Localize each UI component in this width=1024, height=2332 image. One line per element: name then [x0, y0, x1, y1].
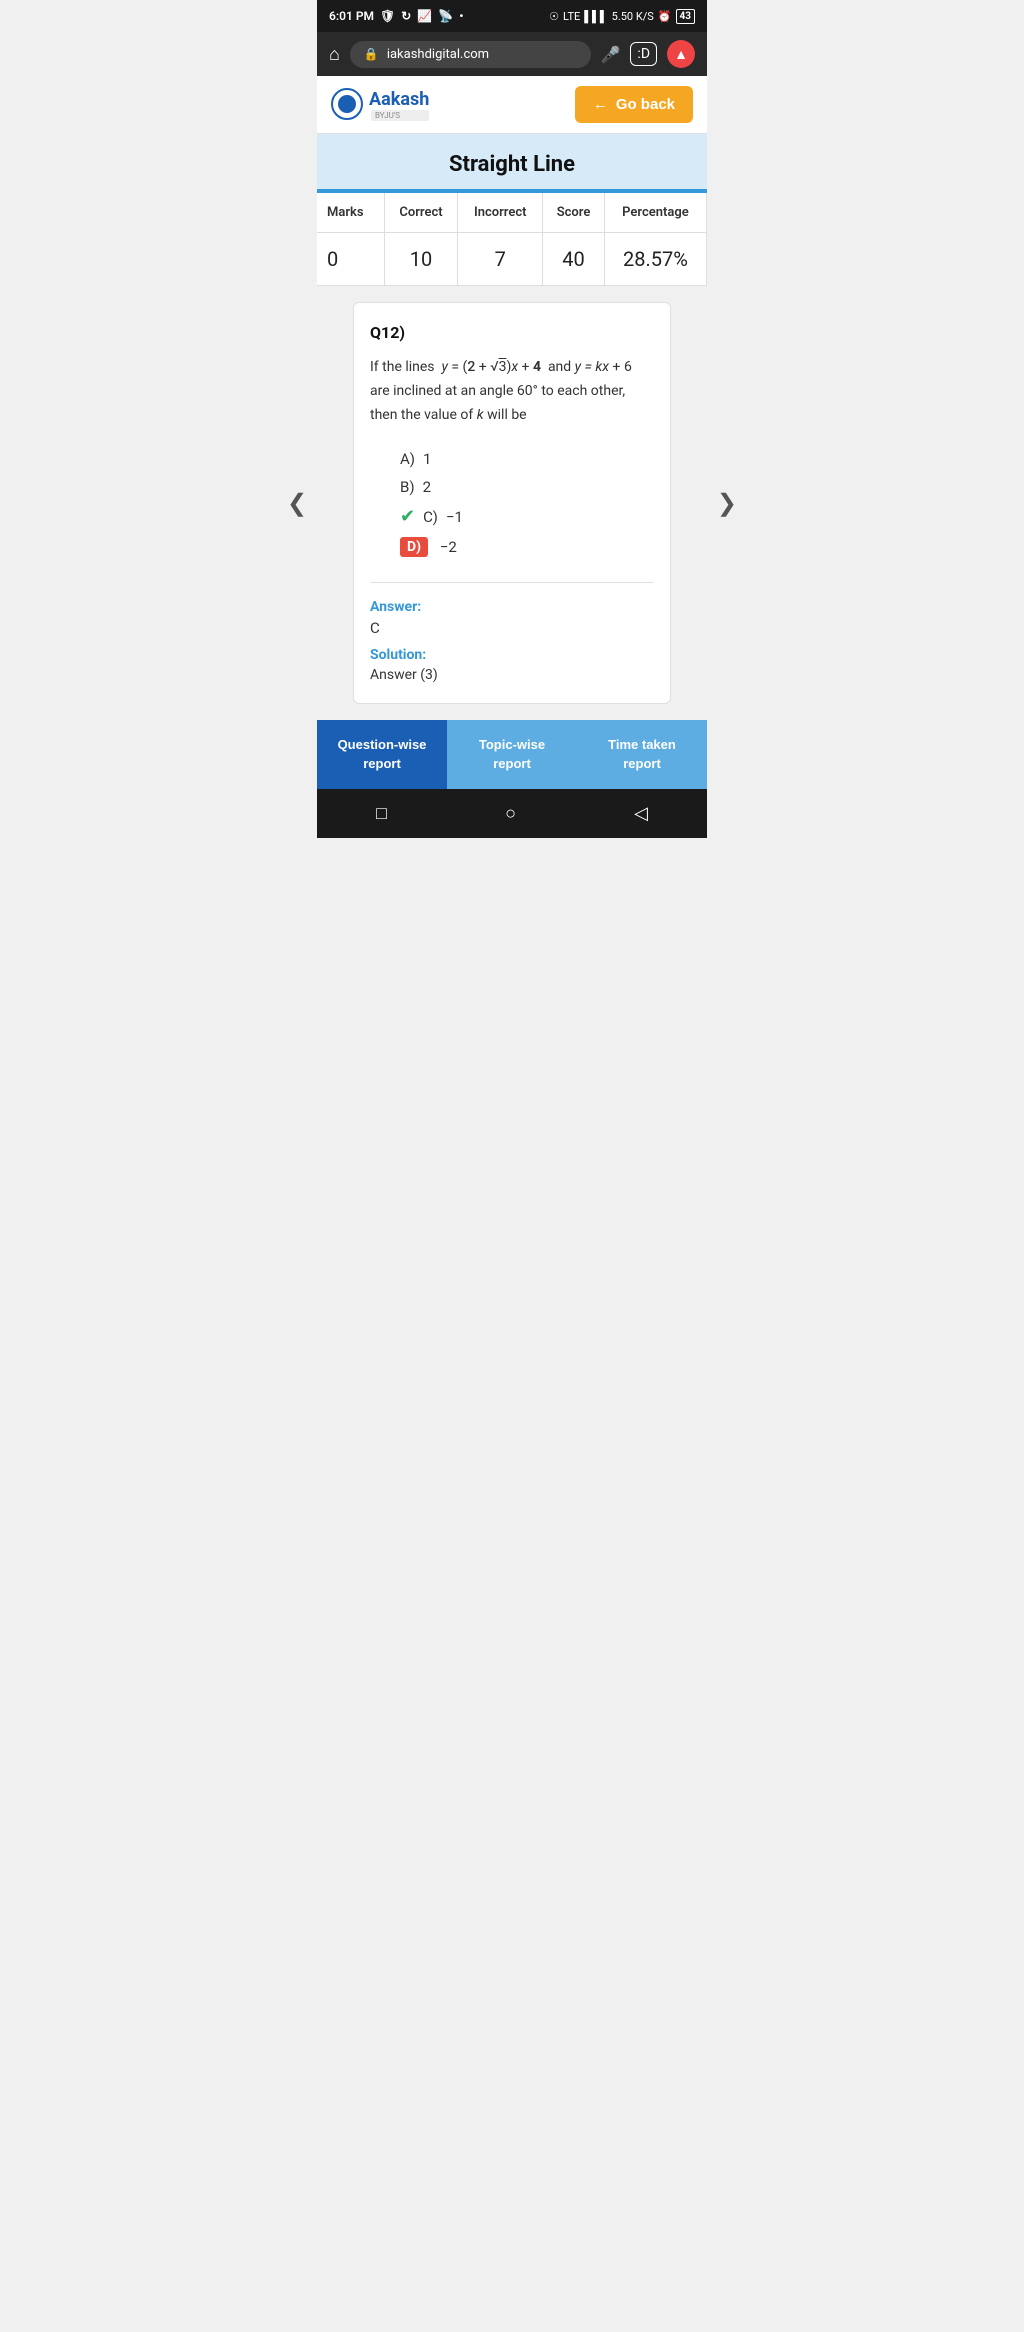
- logo-byju: BYJU'S: [371, 110, 429, 121]
- answer-value: C: [370, 619, 654, 637]
- status-cast: 📡: [438, 9, 453, 23]
- lock-icon: 🔒: [364, 47, 379, 61]
- question-card: Q12) If the lines y = (2 + √3)x + 4 and …: [353, 302, 671, 704]
- question-card-wrapper: ❮ Q12) If the lines y = (2 + √3)x + 4 an…: [317, 302, 707, 704]
- options-list: A) 1 B) 2 ✔ C) −1 D) −2: [400, 445, 654, 562]
- android-nav-bar: □ ○ ◁: [317, 789, 707, 838]
- back-arrow-icon: ←: [593, 96, 608, 113]
- score-row: 0 10 7 40 28.57%: [317, 233, 707, 286]
- option-b[interactable]: B) 2: [400, 473, 654, 501]
- question-number: Q12): [370, 323, 654, 342]
- android-home-button[interactable]: ○: [485, 799, 536, 828]
- status-bars: ▌▌▌: [584, 10, 607, 23]
- option-b-label: B): [400, 478, 415, 496]
- correct-checkmark-icon: ✔: [400, 506, 415, 527]
- option-a-value: 1: [423, 450, 431, 468]
- status-time: 6:01 PM: [329, 9, 374, 23]
- tab-topic-wise[interactable]: Topic-wisereport: [447, 720, 577, 788]
- logo-area: Aakash BYJU'S: [331, 88, 429, 122]
- status-alarm: ⏰: [658, 10, 672, 23]
- solution-text: Answer (3): [370, 667, 654, 683]
- logo-circle: [331, 88, 363, 120]
- browser-bar: ⌂ 🔒 iakashdigital.com 🎤 :D ▲: [317, 32, 707, 76]
- option-d[interactable]: D) −2: [400, 532, 654, 562]
- status-4g: LTE: [563, 10, 580, 23]
- tab-time-taken[interactable]: Time takenreport: [577, 720, 707, 788]
- tab-question-wise[interactable]: Question-wisereport: [317, 720, 447, 788]
- status-sync: ↻: [401, 9, 411, 23]
- prev-question-button[interactable]: ❮: [279, 481, 315, 525]
- val-correct: 10: [384, 233, 458, 286]
- microphone-button[interactable]: 🎤: [601, 45, 621, 64]
- tab-question-wise-label: Question-wisereport: [338, 737, 427, 770]
- url-text: iakashdigital.com: [387, 47, 489, 62]
- col-incorrect: Incorrect: [458, 193, 543, 233]
- col-marks: Marks: [317, 193, 384, 233]
- battery-icon: 43: [676, 9, 695, 24]
- val-incorrect: 7: [458, 233, 543, 286]
- bottom-tabs: Question-wisereport Topic-wisereport Tim…: [317, 720, 707, 788]
- option-b-value: 2: [423, 478, 431, 496]
- option-a-label: A): [400, 450, 415, 468]
- android-back-button[interactable]: ◁: [614, 799, 668, 828]
- app-header: Aakash BYJU'S ← Go back: [317, 76, 707, 134]
- logo-inner: [338, 95, 356, 113]
- status-bar: 6:01 PM 🛡 ↻ 📈 📡 • ☉ LTE ▌▌▌ 5.50 K/S ⏰ 4…: [317, 0, 707, 32]
- col-score: Score: [543, 193, 605, 233]
- android-recent-button[interactable]: □: [356, 799, 407, 828]
- page-title: Straight Line: [317, 152, 707, 177]
- val-score: 40: [543, 233, 605, 286]
- tab-time-taken-label: Time takenreport: [608, 737, 676, 770]
- title-section: Straight Line: [317, 134, 707, 193]
- tab-topic-wise-label: Topic-wisereport: [479, 737, 545, 770]
- val-percentage: 28.57%: [604, 233, 706, 286]
- solution-label: Solution:: [370, 647, 654, 663]
- next-question-button[interactable]: ❯: [709, 481, 745, 525]
- wrong-selected-label: D): [400, 537, 428, 557]
- answer-label: Answer:: [370, 599, 654, 615]
- go-back-button[interactable]: ← Go back: [575, 86, 693, 123]
- val-marks: 0: [317, 233, 384, 286]
- question-text: If the lines y = (2 + √3)x + 4 and y = k…: [370, 356, 654, 427]
- scores-table: Marks Correct Incorrect Score Percentage…: [317, 193, 707, 286]
- answer-section: Answer: C Solution: Answer (3): [370, 582, 654, 683]
- option-c-label: C): [423, 508, 438, 526]
- d-button[interactable]: :D: [630, 42, 657, 66]
- option-c-value: −1: [446, 508, 463, 526]
- option-c[interactable]: ✔ C) −1: [400, 501, 654, 532]
- status-speed: 5.50 K/S: [612, 10, 654, 23]
- option-a[interactable]: A) 1: [400, 445, 654, 473]
- go-back-label: Go back: [616, 96, 675, 113]
- logo-text: Aakash: [369, 89, 429, 110]
- status-signal: ☉: [549, 10, 559, 23]
- url-bar[interactable]: 🔒 iakashdigital.com: [350, 41, 591, 68]
- col-percentage: Percentage: [604, 193, 706, 233]
- option-d-value: −2: [436, 538, 457, 556]
- status-dot: •: [459, 9, 463, 23]
- status-chart: 📈: [417, 9, 432, 23]
- status-shield: 🛡: [380, 9, 395, 23]
- upload-button[interactable]: ▲: [667, 40, 695, 68]
- home-button[interactable]: ⌂: [329, 44, 340, 65]
- col-correct: Correct: [384, 193, 458, 233]
